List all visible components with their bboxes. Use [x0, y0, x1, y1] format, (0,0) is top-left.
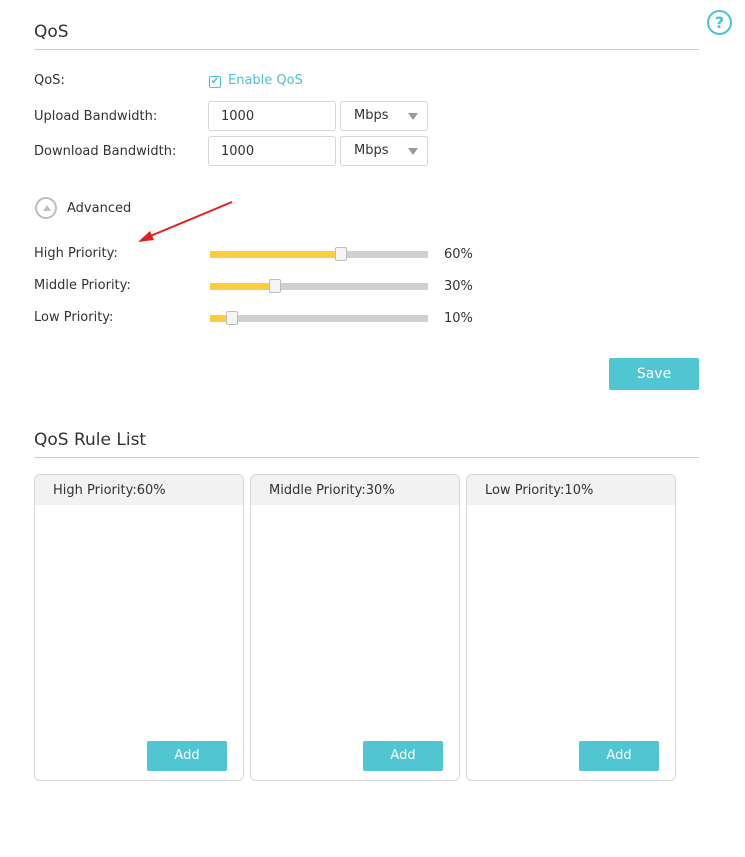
middle-priority-slider[interactable]	[210, 279, 428, 293]
add-middle-priority-rule-button[interactable]: Add	[363, 741, 443, 771]
slider-thumb[interactable]	[226, 311, 238, 325]
middle-priority-value: 30%	[444, 279, 473, 294]
rule-list-title: QoS Rule List	[34, 430, 147, 450]
low-priority-slider[interactable]	[210, 311, 428, 325]
rule-list-divider	[34, 457, 699, 458]
low-priority-value: 10%	[444, 311, 473, 326]
slider-fill	[210, 283, 275, 290]
save-button[interactable]: Save	[609, 358, 699, 390]
slider-thumb[interactable]	[269, 279, 281, 293]
high-priority-slider[interactable]	[210, 247, 428, 261]
card-header: Low Priority:10%	[467, 475, 675, 505]
middle-priority-rule-card: Middle Priority:30% Add	[250, 474, 460, 781]
low-priority-rule-card: Low Priority:10% Add	[466, 474, 676, 781]
high-priority-rule-card: High Priority:60% Add	[34, 474, 244, 781]
card-header: Middle Priority:30%	[251, 475, 459, 505]
high-priority-label: High Priority:	[34, 246, 118, 261]
slider-thumb[interactable]	[335, 247, 347, 261]
high-priority-value: 60%	[444, 247, 473, 262]
add-low-priority-rule-button[interactable]: Add	[579, 741, 659, 771]
middle-priority-label: Middle Priority:	[34, 278, 131, 293]
slider-fill	[210, 251, 341, 258]
low-priority-label: Low Priority:	[34, 310, 114, 325]
add-high-priority-rule-button[interactable]: Add	[147, 741, 227, 771]
card-header: High Priority:60%	[35, 475, 243, 505]
